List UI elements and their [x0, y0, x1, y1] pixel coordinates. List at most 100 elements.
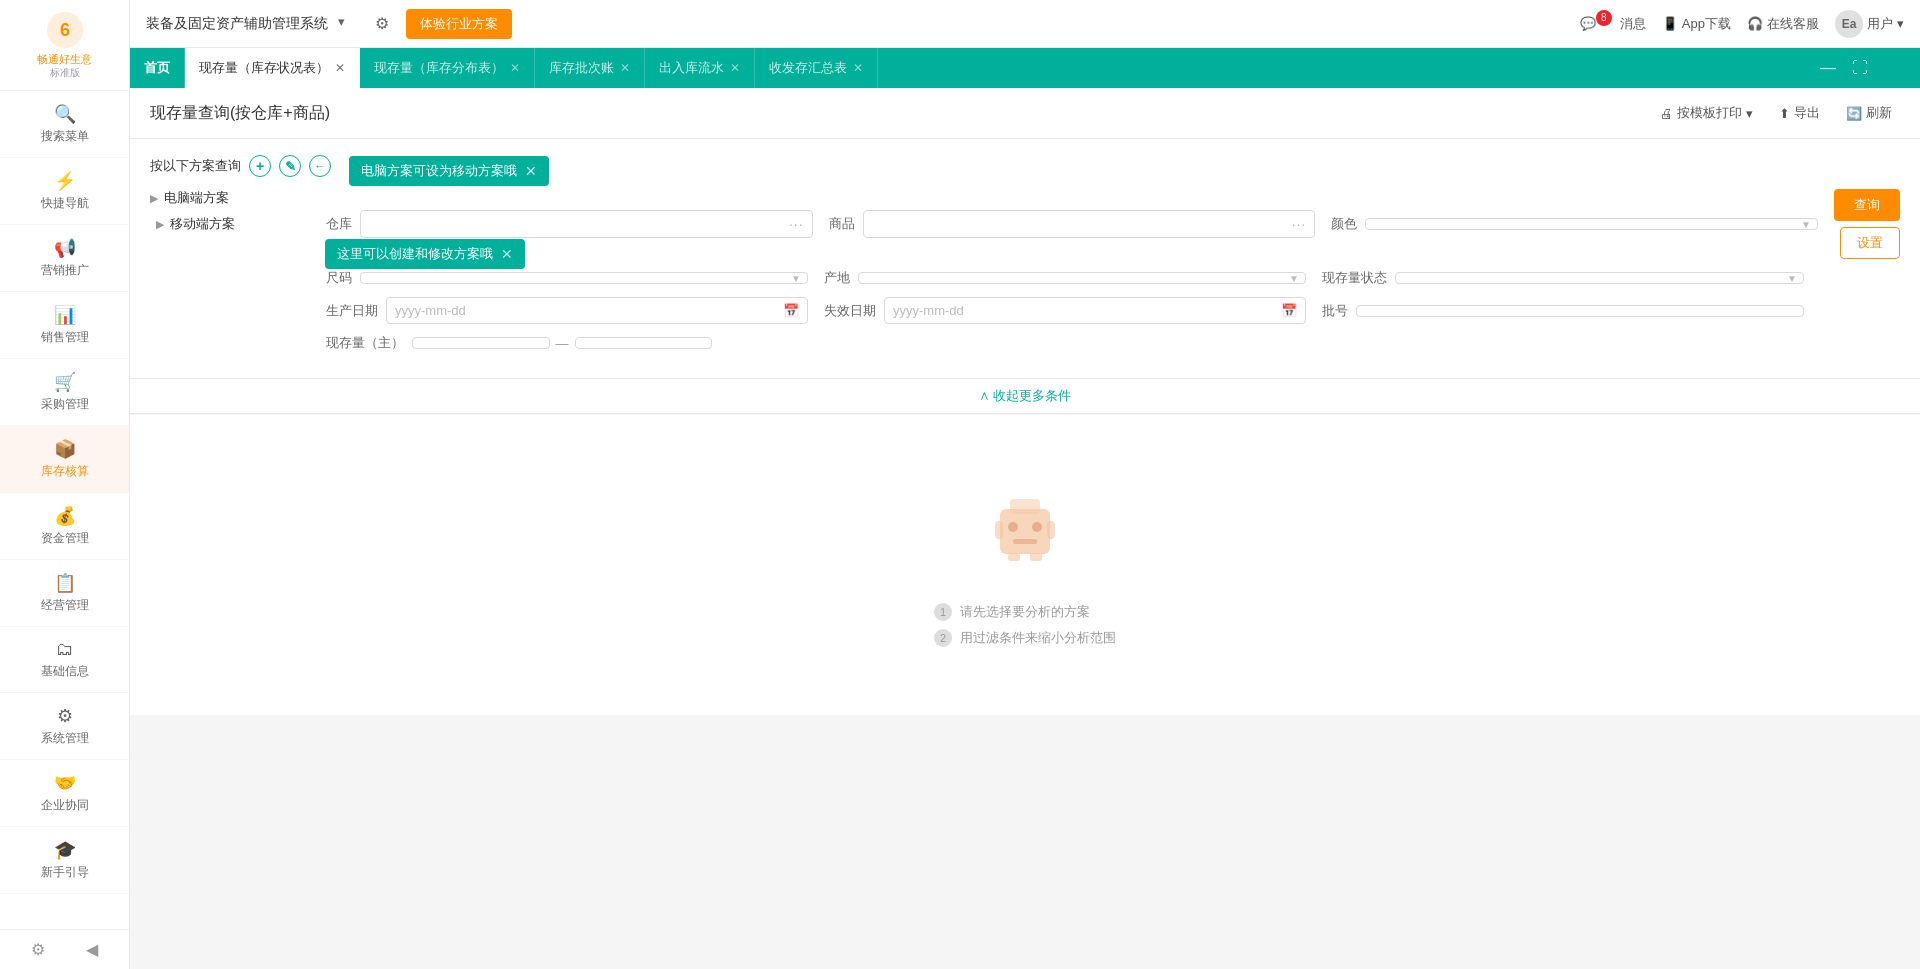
action-btn-group: 查询 设置	[1834, 189, 1900, 259]
message-label: 消息	[1620, 15, 1646, 33]
tooltip-scheme-mobile-text: 电脑方案可设为移动方案哦	[361, 162, 517, 180]
add-scheme-btn[interactable]: +	[249, 155, 271, 177]
tab-home[interactable]: 首页	[130, 48, 185, 88]
quick-nav-icon: ⚡	[54, 170, 76, 192]
export-btn[interactable]: ⬆ 导出	[1771, 100, 1828, 126]
online-service-btn[interactable]: 🎧 在线客服	[1747, 15, 1819, 33]
refresh-icon: 🔄	[1846, 106, 1862, 121]
filter-label-row: 按以下方案查询 + ✎ ← 电脑方案可设为移动方案哦 ✕	[150, 155, 1900, 177]
tab-inventory-status[interactable]: 现存量（库存状况表） ✕	[185, 48, 360, 88]
batch-input[interactable]	[1356, 305, 1804, 317]
empty-state-icon	[975, 479, 1075, 579]
collapse-icon: ∧	[979, 388, 990, 403]
experience-btn[interactable]: 体验行业方案	[406, 9, 512, 39]
tab-summary[interactable]: 收发存汇总表 ✕	[755, 48, 878, 88]
sidebar-collapse-btn[interactable]: ◀	[86, 940, 98, 959]
tab-home-label: 首页	[144, 59, 170, 77]
setting-btn[interactable]: 设置	[1840, 227, 1900, 259]
stock-min-input[interactable]	[412, 337, 550, 349]
message-btn[interactable]: 💬 8 消息	[1580, 15, 1646, 33]
export-icon: ⬆	[1779, 106, 1790, 121]
empty-tips: 1 请先选择要分析的方案 2 用过滤条件来缩小分析范围	[934, 599, 1116, 651]
sidebar-item-system[interactable]: ⚙ 系统管理	[0, 693, 129, 760]
sidebar-item-marketing[interactable]: 📢 营销推广	[0, 225, 129, 292]
origin-select[interactable]: ▼	[858, 272, 1306, 284]
tab-inventory-distribution[interactable]: 现存量（库存分布表） ✕	[360, 48, 535, 88]
system-settings-icon[interactable]: ⚙	[368, 10, 396, 38]
tab-batch-account-close-icon[interactable]: ✕	[620, 61, 630, 75]
collapse-label: 收起更多条件	[993, 388, 1071, 403]
collapse-bar[interactable]: ∧ 收起更多条件	[130, 379, 1920, 414]
tab-flow-close-icon[interactable]: ✕	[730, 61, 740, 75]
stock-max-input[interactable]	[575, 337, 713, 349]
sidebar-item-operation[interactable]: 📋 经营管理	[0, 560, 129, 627]
finance-icon: 💰	[54, 505, 76, 527]
color-dropdown-icon: ▼	[1801, 219, 1811, 230]
filter-batch: 批号	[1322, 302, 1804, 320]
sidebar-item-purchase[interactable]: 🛒 采购管理	[0, 359, 129, 426]
goods-input[interactable]: ···	[863, 210, 1316, 238]
sales-icon: 📊	[54, 304, 76, 326]
filter-produce-date: 生产日期 yyyy-mm-dd 📅	[326, 297, 808, 324]
tab-batch-account[interactable]: 库存批次账 ✕	[535, 48, 645, 88]
sidebar-item-label: 系统管理	[41, 730, 89, 747]
sidebar-item-inventory[interactable]: 📦 库存核算	[0, 426, 129, 493]
color-select[interactable]: ▼	[1365, 218, 1818, 230]
scheme-mobile-row[interactable]: ▶ 移动端方案	[150, 215, 310, 233]
message-icon: 💬	[1580, 16, 1596, 31]
produce-date-input[interactable]: yyyy-mm-dd 📅	[386, 297, 808, 324]
warehouse-input[interactable]: ···	[360, 210, 813, 238]
goods-dots-icon[interactable]: ···	[1292, 216, 1307, 232]
print-label: 按模板打印	[1677, 104, 1742, 122]
warehouse-dots-icon[interactable]: ···	[789, 216, 804, 232]
tab-summary-close-icon[interactable]: ✕	[853, 61, 863, 75]
expire-date-placeholder: yyyy-mm-dd	[893, 303, 1281, 318]
sidebar-item-guide[interactable]: 🎓 新手引导	[0, 827, 129, 894]
sidebar-item-quick-nav[interactable]: ⚡ 快捷导航	[0, 158, 129, 225]
tab-summary-label: 收发存汇总表	[769, 59, 847, 77]
tab-inventory-distribution-close-icon[interactable]: ✕	[510, 61, 520, 75]
tab-minimize-icon[interactable]: —	[1816, 56, 1840, 80]
filter-expire-date: 失效日期 yyyy-mm-dd 📅	[824, 297, 1306, 324]
size-select[interactable]: ▼	[360, 272, 808, 284]
tab-inventory-status-label: 现存量（库存状况表）	[199, 59, 329, 77]
search-btn[interactable]: 查询	[1834, 189, 1900, 221]
empty-state: 1 请先选择要分析的方案 2 用过滤条件来缩小分析范围	[130, 415, 1920, 715]
tooltip-create-close[interactable]: ✕	[501, 246, 513, 262]
system-icon: ⚙	[57, 705, 73, 727]
edit-scheme-btn[interactable]: ✎	[279, 155, 301, 177]
header-right: 💬 8 消息 📱 App下载 🎧 在线客服 Ea 用户 ▾	[1580, 10, 1904, 38]
sidebar-item-enterprise[interactable]: 🤝 企业协同	[0, 760, 129, 827]
calendar-icon-produce[interactable]: 📅	[783, 303, 799, 318]
back-scheme-btn[interactable]: ←	[309, 155, 331, 177]
system-title: 装备及固定资产辅助管理系统	[146, 15, 328, 33]
calendar-icon-expire[interactable]: 📅	[1281, 303, 1297, 318]
user-area[interactable]: Ea 用户 ▾	[1835, 10, 1904, 38]
scheme-pc-row[interactable]: ▶ 电脑端方案	[150, 189, 310, 207]
logo-area: 6 畅通好生意 标准版	[0, 0, 129, 91]
tab-expand-icon[interactable]: ⛶	[1848, 56, 1872, 80]
page-actions: 🖨 按模板打印 ▾ ⬆ 导出 🔄 刷新	[1652, 100, 1900, 126]
sidebar-settings-btn[interactable]: ⚙	[31, 940, 45, 959]
logo-badge: 标准版	[50, 66, 80, 80]
refresh-btn[interactable]: 🔄 刷新	[1838, 100, 1900, 126]
goods-label: 商品	[829, 215, 855, 233]
print-dropdown-icon: ▾	[1746, 106, 1753, 121]
tab-inventory-distribution-label: 现存量（库存分布表）	[374, 59, 504, 77]
tab-inventory-status-close-icon[interactable]: ✕	[335, 61, 345, 75]
sidebar-item-search-menu[interactable]: 🔍 搜索菜单	[0, 91, 129, 158]
sidebar-item-sales[interactable]: 📊 销售管理	[0, 292, 129, 359]
sidebar-item-label: 资金管理	[41, 530, 89, 547]
tooltip-scheme-mobile-close[interactable]: ✕	[525, 163, 537, 179]
filter-area: 按以下方案查询 + ✎ ← 电脑方案可设为移动方案哦 ✕	[130, 139, 1920, 379]
app-download-btn[interactable]: 📱 App下载	[1662, 15, 1731, 33]
sidebar-item-finance[interactable]: 💰 资金管理	[0, 493, 129, 560]
system-title-dropdown-icon[interactable]: ▾	[338, 14, 358, 34]
stock-state-select[interactable]: ▼	[1395, 272, 1804, 284]
print-btn[interactable]: 🖨 按模板打印 ▾	[1652, 100, 1761, 126]
expire-date-input[interactable]: yyyy-mm-dd 📅	[884, 297, 1306, 324]
tab-flow[interactable]: 出入库流水 ✕	[645, 48, 755, 88]
enterprise-icon: 🤝	[54, 772, 76, 794]
svg-rect-10	[1030, 553, 1042, 561]
sidebar-item-basic[interactable]: 🗂 基础信息	[0, 627, 129, 693]
